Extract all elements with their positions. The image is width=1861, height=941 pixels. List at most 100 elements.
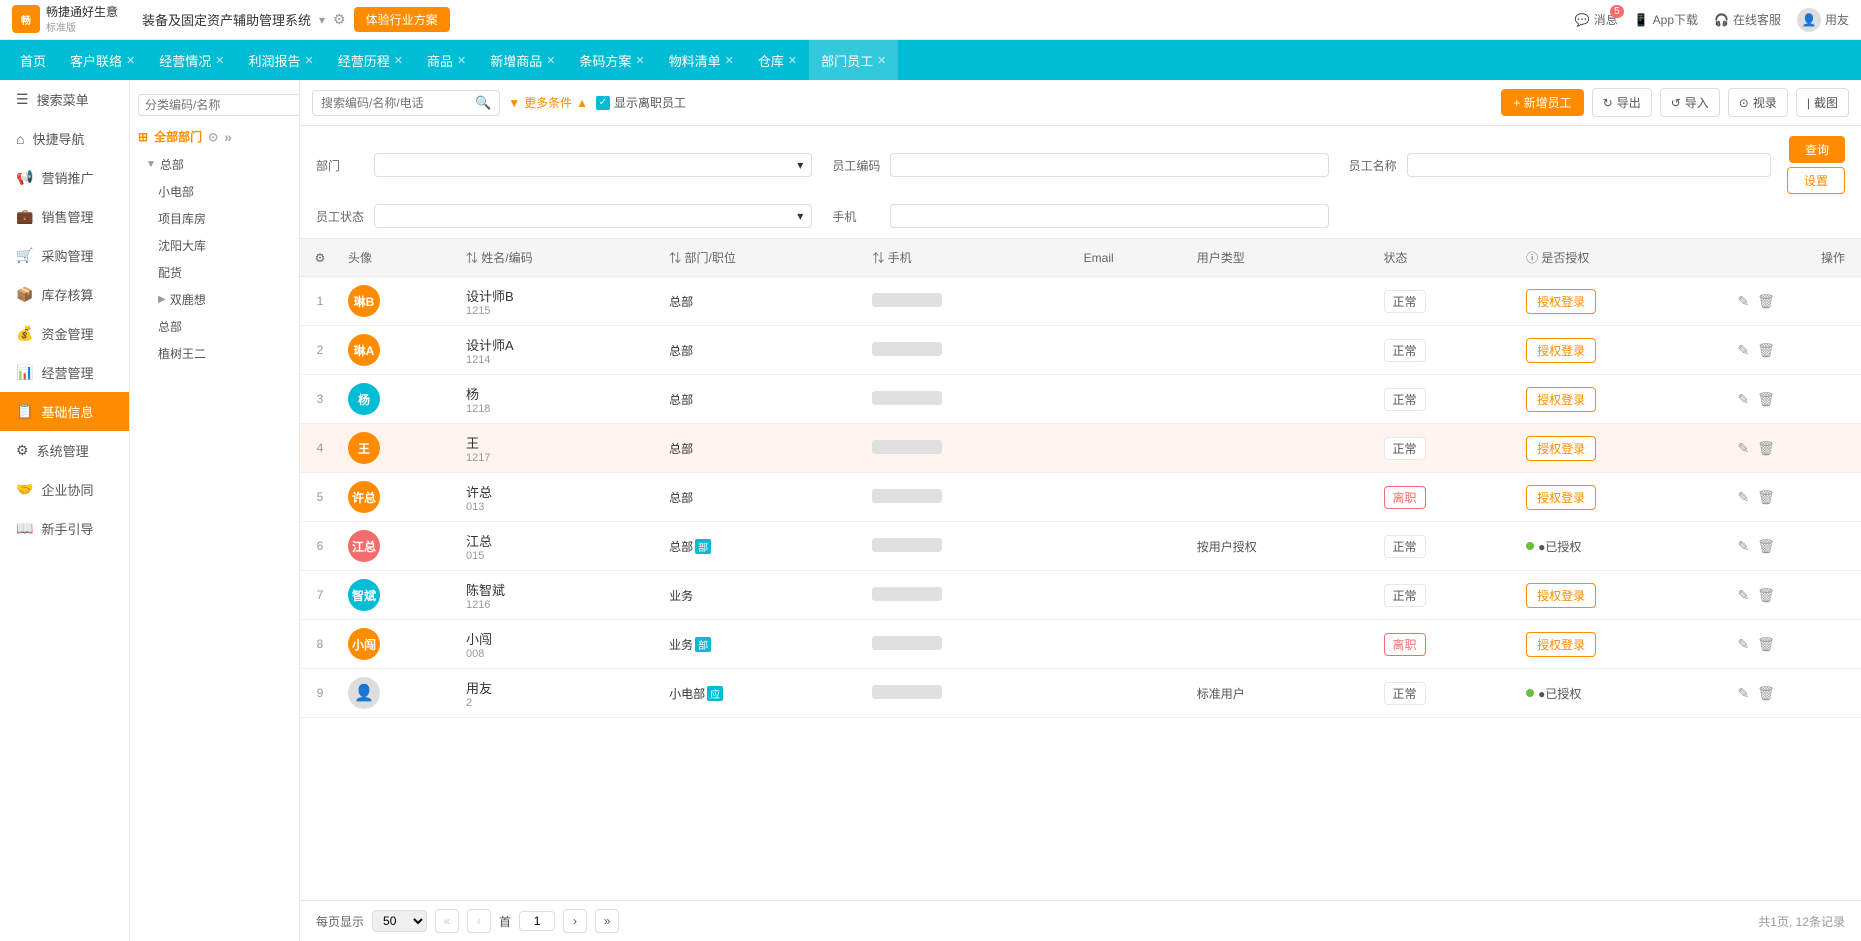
- delete-icon[interactable]: 🗑: [1757, 440, 1775, 457]
- first-page-btn[interactable]: «: [435, 909, 459, 933]
- employee-name: 小闯: [466, 629, 653, 648]
- edit-icon[interactable]: ✎: [1737, 391, 1749, 408]
- filter-code-input[interactable]: [890, 153, 1328, 177]
- nav-tab-经营情况[interactable]: 经营情况 ✕: [147, 40, 236, 80]
- dept-child-植树王二[interactable]: 植树王二: [130, 340, 299, 367]
- sidebar-item-operation[interactable]: 📊经营管理: [0, 353, 129, 392]
- nav-tab-物料清单[interactable]: 物料清单 ✕: [657, 40, 746, 80]
- delete-icon[interactable]: 🗑: [1757, 636, 1775, 653]
- view-button[interactable]: ⊙ 视录: [1728, 88, 1788, 117]
- query-button[interactable]: 查询: [1789, 136, 1845, 163]
- next-page-btn[interactable]: ›: [563, 909, 587, 933]
- edit-icon[interactable]: ✎: [1737, 342, 1749, 359]
- dept-child-配货[interactable]: 配货: [130, 259, 299, 286]
- last-page-btn[interactable]: »: [595, 909, 619, 933]
- trial-button[interactable]: 体验行业方案: [354, 7, 450, 32]
- dept-search-input[interactable]: [138, 94, 300, 116]
- sidebar-item-sales[interactable]: 💼销售管理: [0, 197, 129, 236]
- employee-search-input[interactable]: [321, 96, 471, 110]
- delete-icon[interactable]: 🗑: [1757, 489, 1775, 506]
- nav-tab-经营历程[interactable]: 经营历程 ✕: [326, 40, 415, 80]
- nav-tab-客户联络[interactable]: 客户联络 ✕: [58, 40, 147, 80]
- employee-code: 1218: [466, 403, 653, 415]
- sidebar-item-guide[interactable]: 📖新手引导: [0, 509, 129, 548]
- show-resigned-toggle[interactable]: ✓ 显示离职员工: [596, 94, 686, 111]
- export-button[interactable]: ↻ 导出: [1592, 88, 1652, 117]
- dept-child-沈阳大库[interactable]: 沈阳大库: [130, 232, 299, 259]
- delete-icon[interactable]: 🗑: [1757, 685, 1775, 702]
- dept-child-项目库房[interactable]: 项目库房: [130, 205, 299, 232]
- dept-child-双鹿想[interactable]: ▶ 双鹿想: [130, 286, 299, 313]
- employee-code: 1217: [466, 452, 653, 464]
- sidebar-item-marketing[interactable]: 📢营销推广: [0, 158, 129, 197]
- system-gear-icon[interactable]: ⚙: [333, 11, 346, 28]
- edit-icon[interactable]: ✎: [1737, 538, 1749, 555]
- nav-tab-仓库[interactable]: 仓库 ✕: [746, 40, 809, 80]
- tab-close-icon[interactable]: ✕: [725, 54, 734, 67]
- more-conditions-btn[interactable]: ▼ 更多条件 ▲: [508, 94, 588, 111]
- tab-close-icon[interactable]: ✕: [305, 54, 314, 67]
- edit-icon[interactable]: ✎: [1737, 636, 1749, 653]
- nav-tab-商品[interactable]: 商品 ✕: [415, 40, 478, 80]
- sidebar-item-search[interactable]: ☰搜索菜单: [0, 80, 129, 119]
- sidebar-item-finance[interactable]: 💰资金管理: [0, 314, 129, 353]
- nav-tab-部门员工[interactable]: 部门员工 ✕: [809, 40, 898, 80]
- app-download-button[interactable]: 📱 App下载: [1634, 11, 1698, 28]
- edit-icon[interactable]: ✎: [1737, 293, 1749, 310]
- dept-node-总部[interactable]: ▼ 总部: [130, 151, 299, 178]
- nav-tab-条码方案[interactable]: 条码方案 ✕: [567, 40, 656, 80]
- message-button[interactable]: 💬 5 消息: [1575, 11, 1618, 28]
- edit-icon[interactable]: ✎: [1737, 489, 1749, 506]
- auth-button[interactable]: 授权登录: [1526, 632, 1596, 657]
- sidebar-item-inventory[interactable]: 📦库存核算: [0, 275, 129, 314]
- set-button[interactable]: 设置: [1787, 167, 1845, 194]
- delete-icon[interactable]: 🗑: [1757, 293, 1775, 310]
- dept-child-总部[interactable]: 总部: [130, 313, 299, 340]
- filter-name-input[interactable]: [1407, 153, 1771, 177]
- page-size-select[interactable]: 50 100 200: [372, 910, 427, 932]
- tab-close-icon[interactable]: ✕: [877, 54, 886, 67]
- sidebar-item-system[interactable]: ⚙系统管理: [0, 431, 129, 470]
- user-area[interactable]: 👤 用友: [1797, 8, 1849, 32]
- filter-dept-select[interactable]: ▾: [374, 153, 812, 177]
- delete-icon[interactable]: 🗑: [1757, 342, 1775, 359]
- dept-child-小电部[interactable]: 小电部: [130, 178, 299, 205]
- delete-icon[interactable]: 🗑: [1757, 587, 1775, 604]
- sidebar-item-basic[interactable]: 📋基础信息: [0, 392, 129, 431]
- auth-button[interactable]: 授权登录: [1526, 387, 1596, 412]
- page-number-input[interactable]: [519, 911, 555, 931]
- tab-close-icon[interactable]: ✕: [126, 54, 135, 67]
- auth-button[interactable]: 授权登录: [1526, 289, 1596, 314]
- edit-icon[interactable]: ✎: [1737, 685, 1749, 702]
- tab-close-icon[interactable]: ✕: [635, 54, 644, 67]
- row-usertype-cell: [1189, 375, 1376, 424]
- auth-button[interactable]: 授权登录: [1526, 338, 1596, 363]
- delete-icon[interactable]: 🗑: [1757, 391, 1775, 408]
- filter-status-select[interactable]: ▾: [374, 204, 812, 228]
- add-employee-button[interactable]: + 新增员工: [1501, 89, 1583, 116]
- online-support-button[interactable]: 🎧 在线客服: [1714, 11, 1781, 28]
- dept-collapse-btn[interactable]: »: [224, 129, 232, 145]
- tab-close-icon[interactable]: ✕: [546, 54, 555, 67]
- tab-close-icon[interactable]: ✕: [457, 54, 466, 67]
- sidebar-item-cooperation[interactable]: 🤝企业协同: [0, 470, 129, 509]
- auth-button[interactable]: 授权登录: [1526, 583, 1596, 608]
- nav-tab-利润报告[interactable]: 利润报告 ✕: [236, 40, 325, 80]
- prev-page-btn[interactable]: ‹: [467, 909, 491, 933]
- edit-icon[interactable]: ✎: [1737, 587, 1749, 604]
- tab-close-icon[interactable]: ✕: [215, 54, 224, 67]
- nav-tab-新增商品[interactable]: 新增商品 ✕: [478, 40, 567, 80]
- nav-tab-首页[interactable]: 首页: [8, 40, 58, 80]
- filter-phone-input[interactable]: [890, 204, 1328, 228]
- import-button[interactable]: ↺ 导入: [1660, 88, 1720, 117]
- more-button[interactable]: | 截图: [1796, 88, 1849, 117]
- sidebar-item-quick[interactable]: ⌂快捷导航: [0, 119, 129, 158]
- sidebar-item-purchase[interactable]: 🛒采购管理: [0, 236, 129, 275]
- tab-close-icon[interactable]: ✕: [394, 54, 403, 67]
- auth-button[interactable]: 授权登录: [1526, 485, 1596, 510]
- edit-icon[interactable]: ✎: [1737, 440, 1749, 457]
- tab-close-icon[interactable]: ✕: [788, 54, 797, 67]
- system-arrow-icon[interactable]: ▾: [319, 13, 325, 27]
- delete-icon[interactable]: 🗑: [1757, 538, 1775, 555]
- auth-button[interactable]: 授权登录: [1526, 436, 1596, 461]
